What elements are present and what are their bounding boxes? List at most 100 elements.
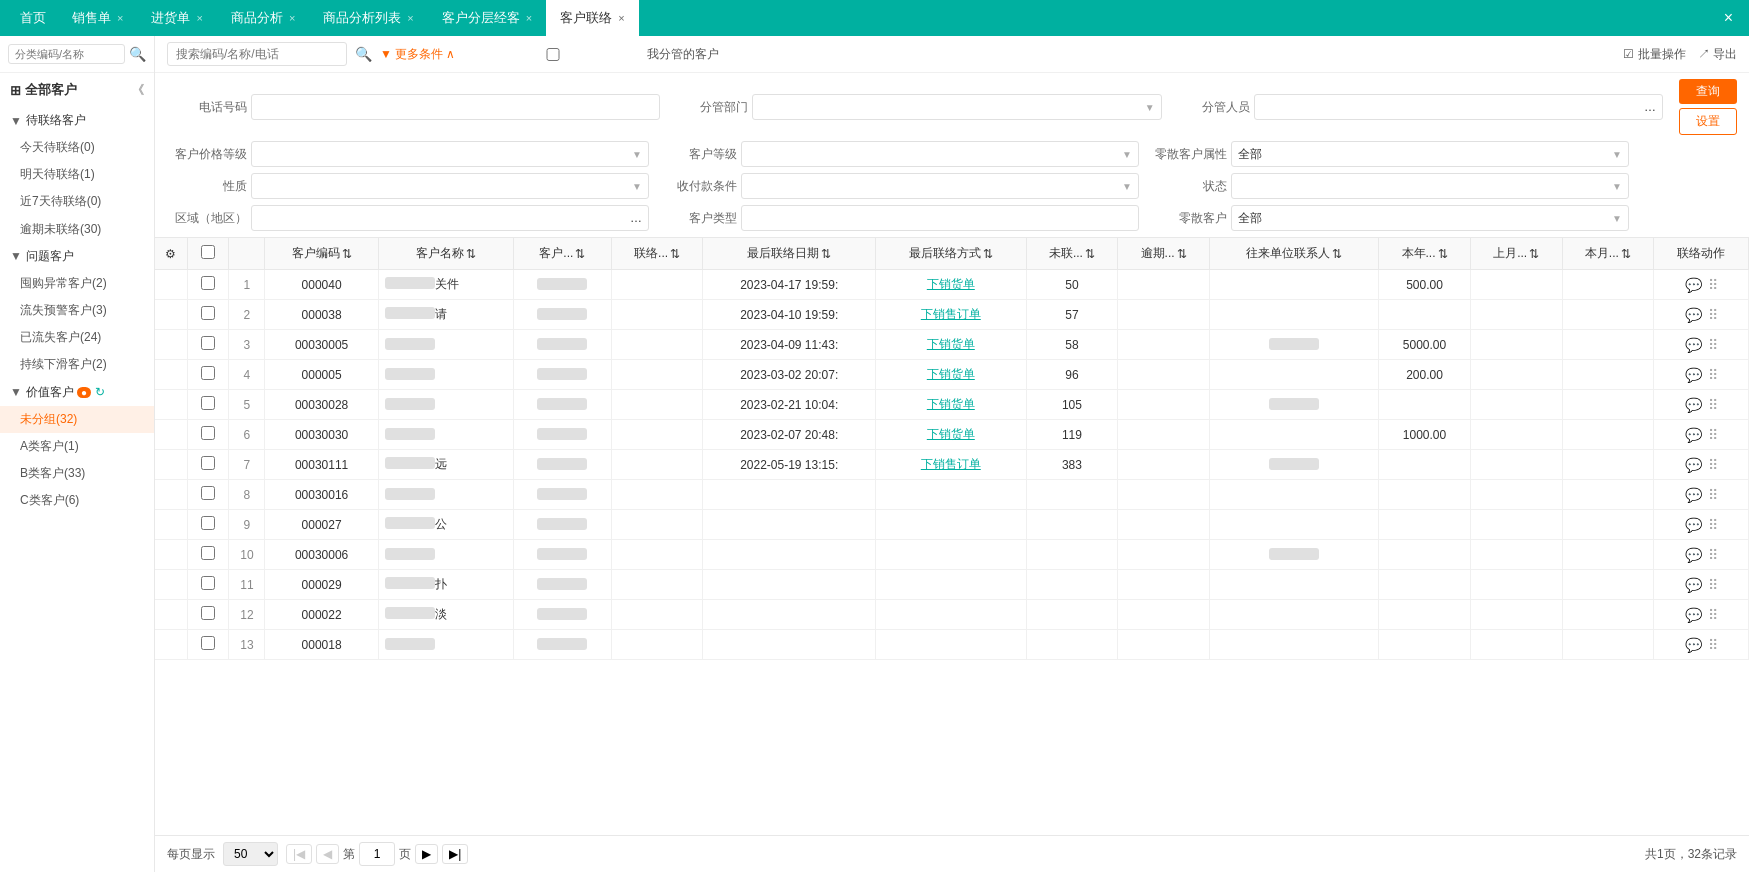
row-checkbox[interactable] <box>187 570 229 600</box>
query-button[interactable]: 查询 <box>1679 79 1737 104</box>
sidebar-item-declining[interactable]: 持续下滑客户(2) <box>0 351 154 378</box>
tab-customer-segment[interactable]: 客户分层经客 × <box>428 0 546 36</box>
close-tab-product-analysis[interactable]: × <box>289 12 295 24</box>
close-tab-product-list[interactable]: × <box>407 12 413 24</box>
payment-select[interactable]: ▼ <box>741 173 1139 199</box>
last-method-link[interactable]: 下销货单 <box>927 397 975 411</box>
col-no-contact[interactable]: 未联... ⇅ <box>1026 238 1118 270</box>
row-checkbox[interactable] <box>187 360 229 390</box>
close-tab-customer-contact[interactable]: × <box>618 12 624 24</box>
tab-product-analysis[interactable]: 商品分析 × <box>217 0 309 36</box>
more-icon[interactable]: ⠿ <box>1708 547 1718 563</box>
sidebar-item-lost[interactable]: 已流失客户(24) <box>0 324 154 351</box>
row-checkbox-input[interactable] <box>201 456 215 470</box>
more-icon[interactable]: ⠿ <box>1708 397 1718 413</box>
more-icon[interactable]: ⠿ <box>1708 577 1718 593</box>
next-page-btn[interactable]: ▶ <box>415 844 438 864</box>
last-method-link[interactable]: 下销货单 <box>927 427 975 441</box>
col-code[interactable]: 客户编码 ⇅ <box>265 238 378 270</box>
all-customers-item[interactable]: ⊞ 全部客户 《 <box>0 73 154 107</box>
row-checkbox[interactable] <box>187 540 229 570</box>
row-checkbox[interactable] <box>187 450 229 480</box>
last-page-btn[interactable]: ▶| <box>442 844 468 864</box>
tab-product-list[interactable]: 商品分析列表 × <box>309 0 427 36</box>
row-checkbox-input[interactable] <box>201 576 215 590</box>
sidebar-item-abnormal[interactable]: 囤购异常客户(2) <box>0 270 154 297</box>
sidebar-search-input[interactable] <box>8 44 125 64</box>
phone-input[interactable] <box>251 94 660 120</box>
retail-select[interactable]: 全部 ▼ <box>1231 205 1629 231</box>
row-checkbox-input[interactable] <box>201 516 215 530</box>
row-checkbox[interactable] <box>187 330 229 360</box>
section-pending-contact[interactable]: ▼ 待联络客户 <box>0 107 154 134</box>
chat-icon[interactable]: 💬 <box>1685 367 1702 383</box>
last-method-link[interactable]: 下销售订单 <box>921 457 981 471</box>
more-conditions-btn[interactable]: ▼ 更多条件 ∧ <box>380 46 455 63</box>
page-size-select[interactable]: 50 20 100 <box>223 842 278 866</box>
chat-icon[interactable]: 💬 <box>1685 577 1702 593</box>
row-checkbox-input[interactable] <box>201 276 215 290</box>
row-checkbox-input[interactable] <box>201 546 215 560</box>
row-checkbox-input[interactable] <box>201 426 215 440</box>
row-checkbox[interactable] <box>187 510 229 540</box>
more-icon[interactable]: ⠿ <box>1708 427 1718 443</box>
last-method-link[interactable]: 下销货单 <box>927 277 975 291</box>
chat-icon[interactable]: 💬 <box>1685 487 1702 503</box>
batch-operation-link[interactable]: ☑ 批量操作 <box>1623 46 1685 63</box>
col-last-method[interactable]: 最后联络方式 ⇅ <box>875 238 1026 270</box>
last-method-link[interactable]: 下销售订单 <box>921 307 981 321</box>
last-method-link[interactable]: 下销货单 <box>927 367 975 381</box>
col-overdue[interactable]: 逾期... ⇅ <box>1118 238 1210 270</box>
col-settings[interactable]: ⚙ <box>155 238 187 270</box>
more-icon[interactable]: ⠿ <box>1708 607 1718 623</box>
col-name[interactable]: 客户名称 ⇅ <box>378 238 513 270</box>
first-page-btn[interactable]: |◀ <box>286 844 312 864</box>
row-checkbox-input[interactable] <box>201 606 215 620</box>
row-checkbox-input[interactable] <box>201 306 215 320</box>
sidebar-item-ungrouped[interactable]: 未分组(32) <box>0 406 154 433</box>
row-checkbox-input[interactable] <box>201 636 215 650</box>
row-checkbox[interactable] <box>187 420 229 450</box>
col-checkbox-all[interactable] <box>187 238 229 270</box>
prev-page-btn[interactable]: ◀ <box>316 844 339 864</box>
close-all-icon[interactable]: × <box>1716 9 1741 27</box>
sidebar-item-7days[interactable]: 近7天待联络(0) <box>0 188 154 215</box>
my-customers-checkbox-label[interactable]: 我分管的客户 <box>463 46 719 63</box>
col-this-year[interactable]: 本年... ⇅ <box>1379 238 1471 270</box>
more-icon[interactable]: ⠿ <box>1708 637 1718 653</box>
sidebar-search-icon[interactable]: 🔍 <box>129 46 146 62</box>
row-checkbox-input[interactable] <box>201 336 215 350</box>
more-icon[interactable]: ⠿ <box>1708 487 1718 503</box>
tab-sales[interactable]: 销售单 × <box>58 0 137 36</box>
select-all-checkbox[interactable] <box>201 245 215 259</box>
nav-home[interactable]: 首页 <box>8 9 58 27</box>
refresh-icon[interactable]: ↻ <box>95 385 105 399</box>
col-last-month[interactable]: 上月... ⇅ <box>1470 238 1562 270</box>
chat-icon[interactable]: 💬 <box>1685 277 1702 293</box>
tab-customer-contact[interactable]: 客户联络 × <box>546 0 638 36</box>
export-link[interactable]: ↗ 导出 <box>1698 46 1737 63</box>
reset-button[interactable]: 设置 <box>1679 108 1737 135</box>
more-icon[interactable]: ⠿ <box>1708 277 1718 293</box>
price-level-select[interactable]: ▼ <box>251 141 649 167</box>
close-tab-purchase[interactable]: × <box>196 12 202 24</box>
chat-icon[interactable]: 💬 <box>1685 637 1702 653</box>
sidebar-item-at-risk[interactable]: 流失预警客户(3) <box>0 297 154 324</box>
section-value-customers[interactable]: ▼ 价值客户 ● ↻ <box>0 379 154 406</box>
status-select[interactable]: ▼ <box>1231 173 1629 199</box>
chat-icon[interactable]: 💬 <box>1685 517 1702 533</box>
col-this-month[interactable]: 本月... ⇅ <box>1562 238 1654 270</box>
manager-input[interactable]: … <box>1254 94 1663 120</box>
chat-icon[interactable]: 💬 <box>1685 397 1702 413</box>
retail-attr-select[interactable]: 全部 ▼ <box>1231 141 1629 167</box>
col-last-date[interactable]: 最后联络日期 ⇅ <box>703 238 876 270</box>
row-checkbox[interactable] <box>187 480 229 510</box>
row-checkbox-input[interactable] <box>201 486 215 500</box>
customer-level-select[interactable]: ▼ <box>741 141 1139 167</box>
more-icon[interactable]: ⠿ <box>1708 517 1718 533</box>
region-select[interactable]: … <box>251 205 649 231</box>
my-customers-checkbox[interactable] <box>463 48 643 61</box>
row-checkbox[interactable] <box>187 600 229 630</box>
close-tab-customer-segment[interactable]: × <box>526 12 532 24</box>
search-input[interactable] <box>167 42 347 66</box>
